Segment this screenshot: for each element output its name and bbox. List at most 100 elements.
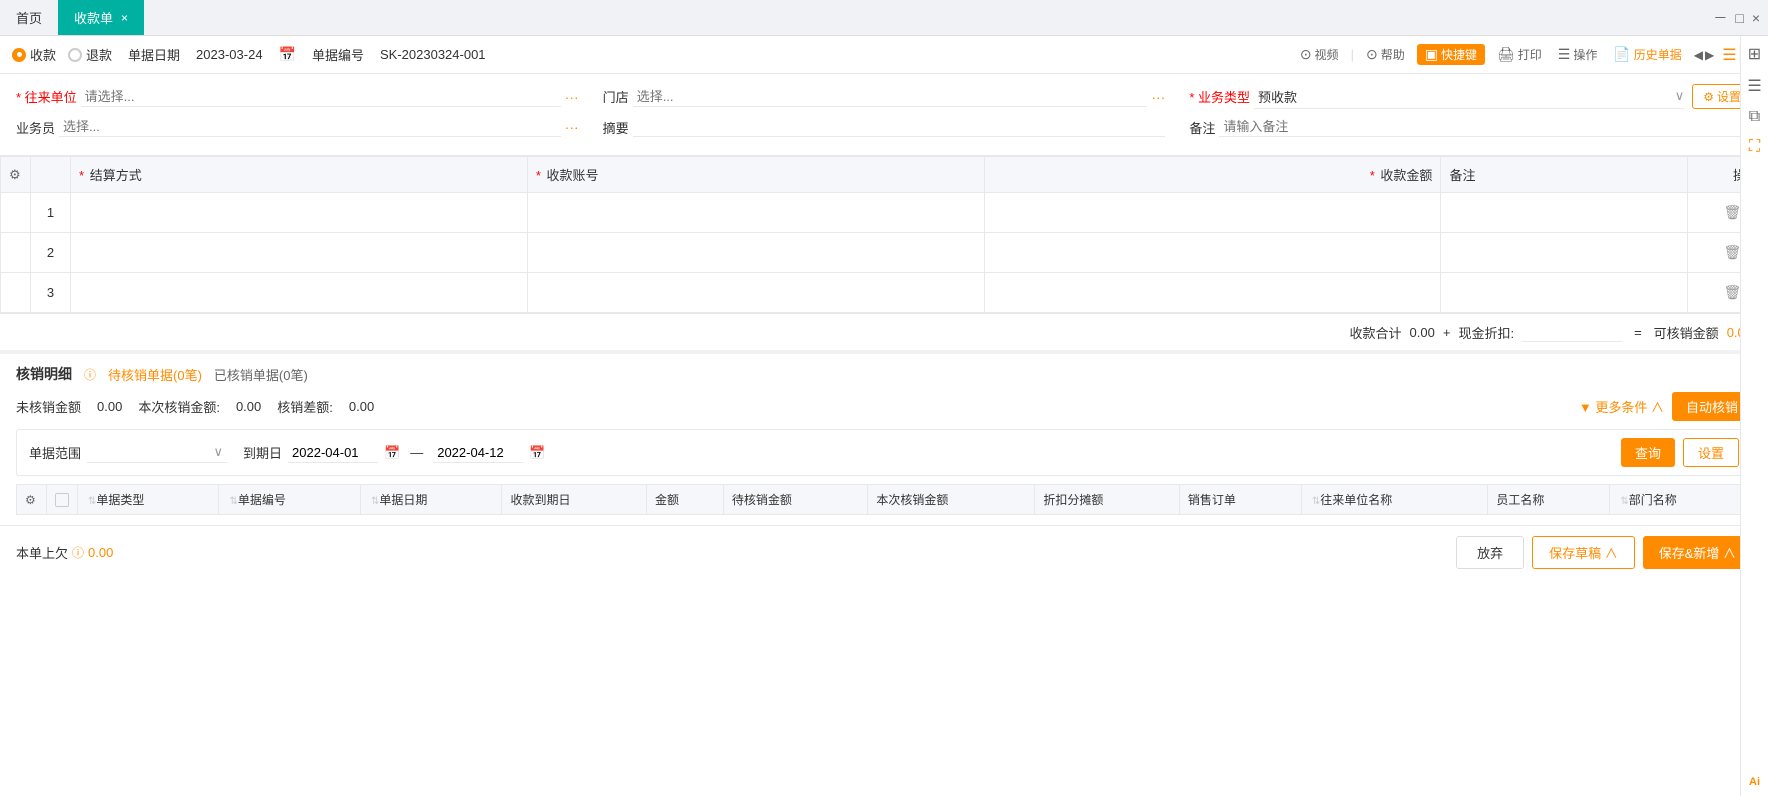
print-button[interactable]: 🖨 打印 bbox=[1493, 46, 1546, 63]
close-button[interactable]: × bbox=[1752, 10, 1760, 26]
summary-input[interactable] bbox=[633, 117, 1166, 137]
select-all-checkbox[interactable] bbox=[55, 493, 69, 507]
range-field: 单据范围 ∨ bbox=[29, 442, 227, 463]
carry-value: 0.00 bbox=[88, 545, 113, 560]
footer-left: 本单上欠 ⓘ 0.00 bbox=[16, 543, 113, 562]
date-from-cal-icon[interactable]: 📅 bbox=[384, 445, 400, 461]
window-controls: － □ × bbox=[1713, 8, 1768, 28]
sidebar-icon-1[interactable]: ⊞ bbox=[1748, 44, 1761, 64]
row-settlement-1[interactable] bbox=[71, 193, 528, 233]
save-new-button[interactable]: 保存&新增 ∧ bbox=[1643, 536, 1752, 569]
minimize-button[interactable]: － bbox=[1713, 8, 1727, 28]
date-to-input[interactable] bbox=[433, 443, 523, 463]
tab-home[interactable]: 首页 bbox=[0, 0, 58, 35]
col-number: ⇅单据编号 bbox=[219, 485, 360, 515]
bottom-gear-icon[interactable]: ⚙ bbox=[25, 493, 36, 507]
row-remark-2[interactable] bbox=[1441, 233, 1688, 273]
business-type-select[interactable]: 预收款 ∨ bbox=[1254, 85, 1684, 109]
radio-refund[interactable]: 退款 bbox=[68, 45, 112, 64]
shortcut-button[interactable]: ▣ 快捷键 bbox=[1417, 44, 1485, 65]
recon-info-icon[interactable]: ⓘ bbox=[84, 366, 96, 383]
sidebar-icon-2[interactable]: ☰ bbox=[1747, 76, 1761, 96]
history-icon: 📄 bbox=[1613, 46, 1630, 63]
col-account-header: * 收款账号 bbox=[527, 157, 984, 193]
abandon-button[interactable]: 放弃 bbox=[1456, 536, 1524, 569]
business-type-value: 预收款 bbox=[1254, 85, 1671, 108]
more-conditions-btn[interactable]: ▼ 更多条件 ∧ bbox=[1579, 397, 1664, 416]
tab-close-icon[interactable]: × bbox=[121, 11, 128, 25]
sidebar-icon-4[interactable]: ⛶ bbox=[1749, 138, 1760, 156]
store-more-icon[interactable]: ··· bbox=[1151, 89, 1165, 105]
shortcut-icon: ▣ bbox=[1425, 46, 1438, 63]
remark-input[interactable] bbox=[1219, 117, 1752, 137]
row-settlement-2[interactable] bbox=[71, 233, 528, 273]
partner-input[interactable] bbox=[81, 87, 561, 107]
row-num-3: 3 bbox=[31, 273, 71, 313]
col-settings-header[interactable]: ⚙ bbox=[1, 157, 31, 193]
toolbar-right: ⊙ 视频 | ⊙ 帮助 ▣ 快捷键 🖨 打印 ☰ 操作 📄 历史单据 bbox=[1296, 44, 1756, 65]
delete-icon-1[interactable]: 🗑 bbox=[1723, 204, 1741, 221]
toolbar: 收款 退款 单据日期 2023-03-24 📅 单据编号 SK-20230324… bbox=[0, 36, 1768, 74]
help-button[interactable]: ⊙ 帮助 bbox=[1362, 46, 1409, 63]
shortcut-label: 快捷键 bbox=[1441, 46, 1477, 63]
save-new-label: 保存&新增 ∧ bbox=[1659, 543, 1736, 562]
form-row-2: 业务员 ··· 摘要 备注 bbox=[16, 117, 1752, 137]
row-amount-1[interactable] bbox=[984, 193, 1441, 233]
row-account-1[interactable] bbox=[527, 193, 984, 233]
list-view-icon[interactable]: ☰ bbox=[1722, 45, 1736, 65]
row-remark-3[interactable] bbox=[1441, 273, 1688, 313]
tab-active[interactable]: 收款单 × bbox=[58, 0, 144, 35]
store-input[interactable] bbox=[633, 87, 1148, 107]
row-settlement-3[interactable] bbox=[71, 273, 528, 313]
delete-icon-3[interactable]: 🗑 bbox=[1723, 284, 1741, 301]
salesperson-input[interactable] bbox=[59, 117, 561, 137]
right-sidebar: ⊞ ☰ ⧉ ⛶ Ai bbox=[1740, 36, 1768, 796]
row-account-3[interactable] bbox=[527, 273, 984, 313]
row-amount-3[interactable] bbox=[984, 273, 1441, 313]
operation-label: 操作 bbox=[1573, 46, 1597, 63]
query-button[interactable]: 查询 bbox=[1621, 438, 1675, 467]
tab-home-label: 首页 bbox=[16, 8, 42, 27]
total-label: 收款合计 bbox=[1350, 323, 1402, 342]
row-amount-2[interactable] bbox=[984, 233, 1441, 273]
row-settings-cell-2 bbox=[1, 233, 31, 273]
ai-label[interactable]: Ai bbox=[1749, 776, 1760, 788]
col-partner-name: ⇅往来单位名称 bbox=[1301, 485, 1488, 515]
date-from-input[interactable] bbox=[288, 443, 378, 463]
business-type-dropdown-icon[interactable]: ∨ bbox=[1675, 88, 1685, 104]
history-label: 历史单据 bbox=[1634, 46, 1682, 63]
maximize-button[interactable]: □ bbox=[1735, 10, 1743, 26]
range-select[interactable]: ∨ bbox=[87, 442, 227, 463]
recon-header: 核销明细 ⓘ 待核销单据(0笔) 已核销单据(0笔) bbox=[16, 364, 1752, 384]
tab-pending[interactable]: 待核销单据(0笔) bbox=[108, 365, 202, 384]
nav-prev-icon[interactable]: ◀ bbox=[1694, 48, 1703, 62]
sidebar-icon-3[interactable]: ⧉ bbox=[1749, 108, 1760, 126]
nav-next-icon[interactable]: ▶ bbox=[1705, 48, 1714, 62]
col-sales-order: 销售订单 bbox=[1179, 485, 1301, 515]
salesperson-more-icon[interactable]: ··· bbox=[565, 119, 579, 135]
row-account-2[interactable] bbox=[527, 233, 984, 273]
salesperson-field: 业务员 ··· bbox=[16, 117, 579, 137]
main-content: 收款 退款 单据日期 2023-03-24 📅 单据编号 SK-20230324… bbox=[0, 36, 1768, 796]
current-label: 本次核销金额: bbox=[138, 397, 220, 416]
row-settings-cell-3 bbox=[1, 273, 31, 313]
video-button[interactable]: ⊙ 视频 bbox=[1296, 46, 1343, 63]
row-num-2: 2 bbox=[31, 233, 71, 273]
history-button[interactable]: 📄 历史单据 bbox=[1609, 46, 1685, 63]
date-calendar-icon[interactable]: 📅 bbox=[279, 46, 296, 63]
radio-receive[interactable]: 收款 bbox=[12, 45, 56, 64]
filter-settings-button[interactable]: 设置 bbox=[1683, 438, 1739, 467]
save-draft-button[interactable]: 保存草稿 ∧ bbox=[1532, 536, 1635, 569]
discount-input[interactable] bbox=[1522, 322, 1622, 342]
carry-info-icon[interactable]: ⓘ bbox=[72, 544, 84, 561]
row-remark-1[interactable] bbox=[1441, 193, 1688, 233]
delete-icon-2[interactable]: 🗑 bbox=[1723, 244, 1741, 261]
operation-button[interactable]: ☰ 操作 bbox=[1554, 46, 1602, 63]
partner-more-icon[interactable]: ··· bbox=[565, 89, 579, 105]
tab-done[interactable]: 已核销单据(0笔) bbox=[214, 365, 308, 384]
col-pending: 待核销金额 bbox=[723, 485, 868, 515]
range-dropdown-icon[interactable]: ∨ bbox=[214, 444, 224, 460]
footer-right: 放弃 保存草稿 ∧ 保存&新增 ∧ bbox=[1456, 536, 1752, 569]
date-to-cal-icon[interactable]: 📅 bbox=[529, 445, 545, 461]
gear-icon[interactable]: ⚙ bbox=[9, 167, 21, 182]
